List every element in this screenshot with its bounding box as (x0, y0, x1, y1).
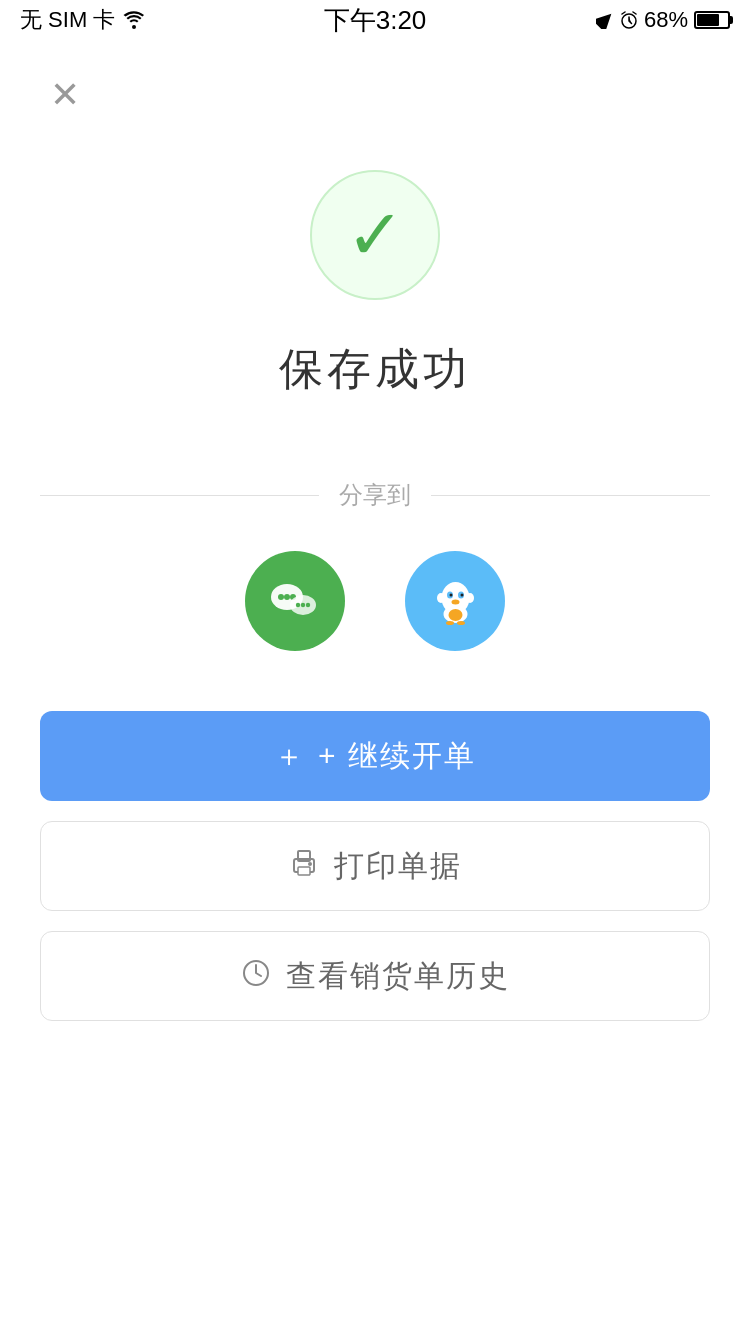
share-icons (40, 551, 710, 651)
plus-icon: ＋ (274, 736, 304, 777)
svg-point-19 (446, 621, 454, 625)
check-circle: ✓ (310, 170, 440, 300)
qq-icon (428, 574, 483, 629)
history-label: 查看销货单历史 (286, 956, 510, 997)
svg-point-20 (457, 621, 465, 625)
svg-point-18 (466, 593, 474, 603)
no-sim-text: 无 SIM 卡 (20, 5, 115, 35)
svg-point-8 (306, 603, 310, 607)
wechat-share-button[interactable] (245, 551, 345, 651)
share-label: 分享到 (319, 479, 431, 511)
svg-rect-22 (298, 867, 310, 875)
location-icon (596, 11, 614, 29)
continue-order-label: + 继续开单 (318, 736, 476, 777)
qq-share-button[interactable] (405, 551, 505, 651)
svg-point-2 (278, 594, 284, 600)
svg-point-3 (284, 594, 290, 600)
battery-percent: 68% (644, 7, 688, 33)
close-icon: ✕ (50, 77, 80, 113)
battery-icon (694, 11, 730, 29)
svg-point-17 (437, 593, 445, 603)
svg-point-6 (296, 603, 300, 607)
success-section: ✓ 保存成功 (40, 150, 710, 449)
close-button[interactable]: ✕ (40, 70, 90, 120)
status-bar: 无 SIM 卡 下午3:20 68% (0, 0, 750, 40)
continue-order-button[interactable]: ＋ + 继续开单 (40, 711, 710, 801)
wechat-icon (265, 571, 325, 631)
history-button[interactable]: 查看销货单历史 (40, 931, 710, 1021)
print-label: 打印单据 (334, 846, 462, 887)
share-section: 分享到 (40, 449, 710, 691)
alarm-icon (620, 11, 638, 29)
history-icon (240, 957, 272, 996)
success-title: 保存成功 (279, 340, 471, 399)
print-icon (288, 847, 320, 886)
status-left: 无 SIM 卡 (20, 5, 145, 35)
page-content: ✕ ✓ 保存成功 分享到 (0, 40, 750, 1021)
svg-point-16 (448, 609, 462, 621)
status-time: 下午3:20 (324, 3, 427, 38)
check-icon: ✓ (346, 200, 405, 270)
svg-point-13 (460, 593, 463, 596)
share-divider: 分享到 (40, 479, 710, 511)
svg-point-12 (449, 593, 452, 596)
print-button[interactable]: 打印单据 (40, 821, 710, 911)
action-buttons: ＋ + 继续开单 打印单据 查看销货单历史 (40, 691, 710, 1021)
status-right: 68% (596, 7, 730, 33)
svg-point-7 (301, 603, 305, 607)
svg-point-14 (451, 599, 459, 604)
wifi-icon (123, 11, 145, 29)
svg-point-24 (308, 862, 312, 866)
